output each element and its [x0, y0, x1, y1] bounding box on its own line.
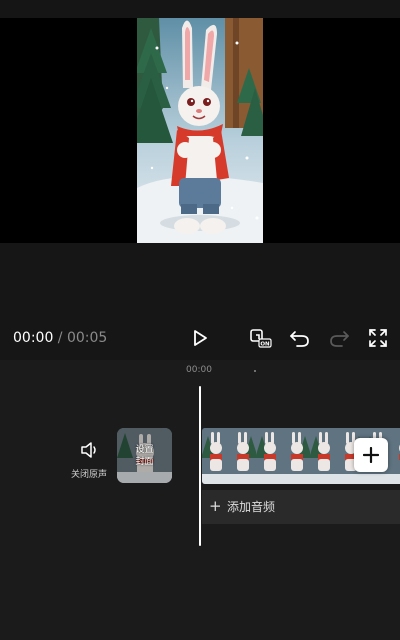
rabbit-video-thumbnail — [137, 18, 263, 243]
cover-label-line1: 设置 — [135, 445, 154, 455]
time-separator: / — [53, 330, 67, 346]
video-frame — [137, 18, 263, 243]
plus-icon — [363, 447, 379, 463]
add-clip-button[interactable] — [354, 438, 388, 472]
time-ruler: 00:00 — [0, 360, 400, 382]
play-button[interactable] — [188, 327, 212, 349]
cover-label-line2: 封面 — [135, 457, 154, 467]
hdr-on-icon: ON — [250, 329, 272, 348]
undo-button[interactable] — [288, 327, 312, 349]
undo-icon — [290, 331, 309, 347]
redo-button[interactable] — [327, 327, 351, 349]
time-display: 00:00 / 00:05 — [13, 329, 107, 347]
ruler-tick-dot — [254, 370, 256, 372]
fullscreen-icon — [369, 329, 387, 347]
add-audio-button[interactable]: + 添加音频 — [202, 490, 400, 524]
play-icon — [194, 330, 207, 346]
add-audio-plus-icon: + — [209, 497, 222, 515]
top-bar — [0, 0, 400, 18]
mute-original-audio-button[interactable]: 关闭原声 — [70, 440, 110, 481]
playhead[interactable] — [199, 386, 201, 546]
svg-text:ON: ON — [260, 342, 270, 348]
timeline[interactable]: 00:00 关闭原声 设置 封面 + 添加音频 — [0, 360, 400, 640]
filmstrip-frame — [202, 428, 229, 484]
current-time: 00:00 — [13, 330, 54, 346]
fullscreen-button[interactable] — [366, 327, 390, 349]
total-duration: 00:05 — [66, 330, 108, 346]
set-cover-button[interactable]: 设置 封面 — [117, 428, 172, 483]
mute-label: 关闭原声 — [70, 470, 107, 480]
redo-icon — [330, 331, 349, 347]
hdr-toggle-button[interactable]: ON — [249, 327, 273, 349]
ruler-tick-label: 00:00 — [186, 365, 212, 375]
add-audio-label: 添加音频 — [227, 500, 276, 514]
cover-label: 设置 封面 — [117, 444, 172, 468]
player-controls: 00:00 / 00:05 ON — [0, 243, 400, 360]
video-preview[interactable] — [0, 18, 400, 243]
speaker-icon — [81, 442, 96, 458]
